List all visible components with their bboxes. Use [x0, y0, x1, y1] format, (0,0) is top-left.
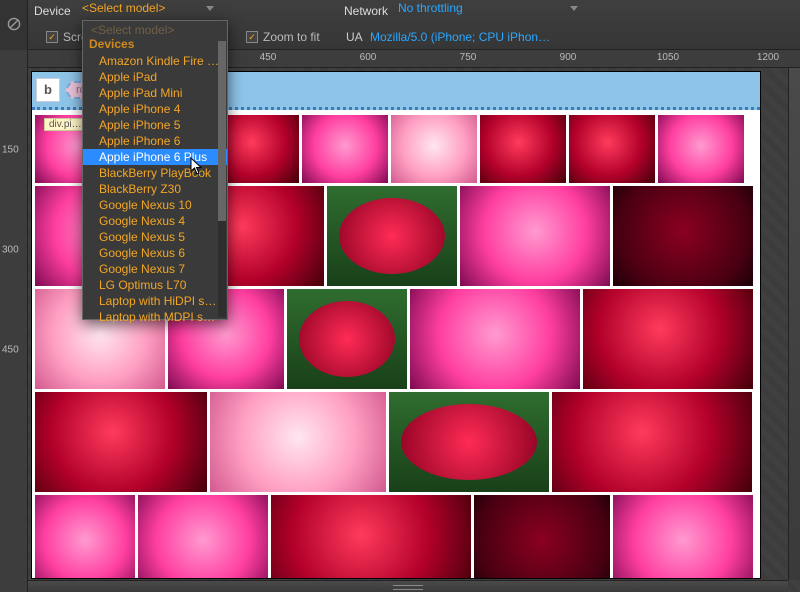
- device-option[interactable]: Apple iPhone 6: [83, 133, 227, 149]
- image-thumb[interactable]: [552, 392, 752, 492]
- image-thumb[interactable]: [302, 115, 388, 183]
- vertical-scrollbar[interactable]: [788, 68, 800, 580]
- image-thumb[interactable]: [35, 392, 207, 492]
- device-option[interactable]: Google Nexus 4: [83, 213, 227, 229]
- image-thumb[interactable]: [327, 186, 457, 286]
- device-option[interactable]: BlackBerry PlayBook: [83, 165, 227, 181]
- image-thumb[interactable]: [613, 186, 753, 286]
- inspect-disabled-icon[interactable]: [0, 0, 28, 50]
- ruler-tick-label: 450: [260, 52, 277, 63]
- zoom-checkbox-label: Zoom to fit: [263, 30, 320, 44]
- ruler-tick-label: 150: [2, 145, 19, 156]
- image-thumb[interactable]: [658, 115, 744, 183]
- image-thumb[interactable]: [391, 115, 477, 183]
- ruler-tick-label: 900: [560, 52, 577, 63]
- device-option[interactable]: Apple iPhone 4: [83, 101, 227, 117]
- device-option[interactable]: Google Nexus 5: [83, 229, 227, 245]
- ua-label: UA: [346, 30, 363, 44]
- network-throttling-select[interactable]: No throttling: [398, 1, 578, 15]
- bing-logo-icon[interactable]: b: [36, 78, 60, 102]
- image-thumb[interactable]: [210, 392, 386, 492]
- image-thumb[interactable]: [460, 186, 610, 286]
- element-inspect-tooltip: div.pi…: [44, 118, 87, 131]
- device-select[interactable]: <Select model>: [82, 1, 214, 15]
- image-thumb[interactable]: [583, 289, 753, 389]
- network-select-value: No throttling: [398, 1, 463, 15]
- image-thumb[interactable]: [389, 392, 549, 492]
- device-option[interactable]: LG Optimus L70: [83, 277, 227, 293]
- dropdown-placeholder-echo: <Select model>: [85, 21, 217, 39]
- device-option[interactable]: Apple iPhone 5: [83, 117, 227, 133]
- zoom-to-fit-checkbox[interactable]: ✓ Zoom to fit: [246, 30, 320, 44]
- device-option[interactable]: Laptop with HiDPI screen: [83, 293, 227, 309]
- vertical-ruler: 150 300 450: [0, 50, 28, 592]
- image-thumb[interactable]: [271, 495, 471, 578]
- ruler-tick-label: 1200: [757, 52, 779, 63]
- device-dropdown-panel: <Select model> Devices Amazon Kindle Fir…: [82, 20, 228, 320]
- dropdown-scrollbar-thumb[interactable]: [218, 41, 226, 221]
- image-thumb[interactable]: [480, 115, 566, 183]
- image-thumb[interactable]: [613, 495, 753, 578]
- image-thumb[interactable]: [287, 289, 407, 389]
- device-select-value: <Select model>: [82, 1, 165, 15]
- device-option[interactable]: Google Nexus 10: [83, 197, 227, 213]
- ruler-tick-label: 450: [2, 345, 19, 356]
- horizontal-scrollbar[interactable]: [28, 580, 788, 592]
- image-thumb[interactable]: [474, 495, 610, 578]
- ruler-tick-label: 750: [460, 52, 477, 63]
- checkbox-mark-icon: ✓: [246, 31, 258, 43]
- image-thumb[interactable]: [410, 289, 580, 389]
- device-option[interactable]: Apple iPhone 6 Plus: [83, 149, 227, 165]
- chevron-down-icon: [206, 6, 214, 11]
- device-option[interactable]: Amazon Kindle Fire HDX: [83, 53, 227, 69]
- device-option[interactable]: BlackBerry Z30: [83, 181, 227, 197]
- device-option[interactable]: Laptop with MDPI screen: [83, 309, 227, 323]
- ruler-tick-label: 1050: [657, 52, 679, 63]
- device-options-list: Amazon Kindle Fire HDXApple iPadApple iP…: [83, 53, 227, 323]
- chevron-down-icon: [570, 6, 578, 11]
- ruler-tick-label: 300: [2, 245, 19, 256]
- image-thumb[interactable]: [569, 115, 655, 183]
- device-option[interactable]: Google Nexus 7: [83, 261, 227, 277]
- ua-value[interactable]: Mozilla/5.0 (iPhone; CPU iPhon…: [370, 30, 600, 44]
- mouse-cursor-icon: [190, 157, 204, 180]
- device-option[interactable]: Apple iPad Mini: [83, 85, 227, 101]
- device-label: Device: [34, 4, 71, 18]
- drawer-grip-icon[interactable]: [393, 585, 423, 590]
- checkbox-mark-icon: ✓: [46, 31, 58, 43]
- ruler-tick-label: 600: [360, 52, 377, 63]
- device-option[interactable]: Google Nexus 6: [83, 245, 227, 261]
- image-thumb[interactable]: [138, 495, 268, 578]
- device-option[interactable]: Apple iPad: [83, 69, 227, 85]
- image-thumb[interactable]: [35, 495, 135, 578]
- network-label: Network: [344, 4, 388, 18]
